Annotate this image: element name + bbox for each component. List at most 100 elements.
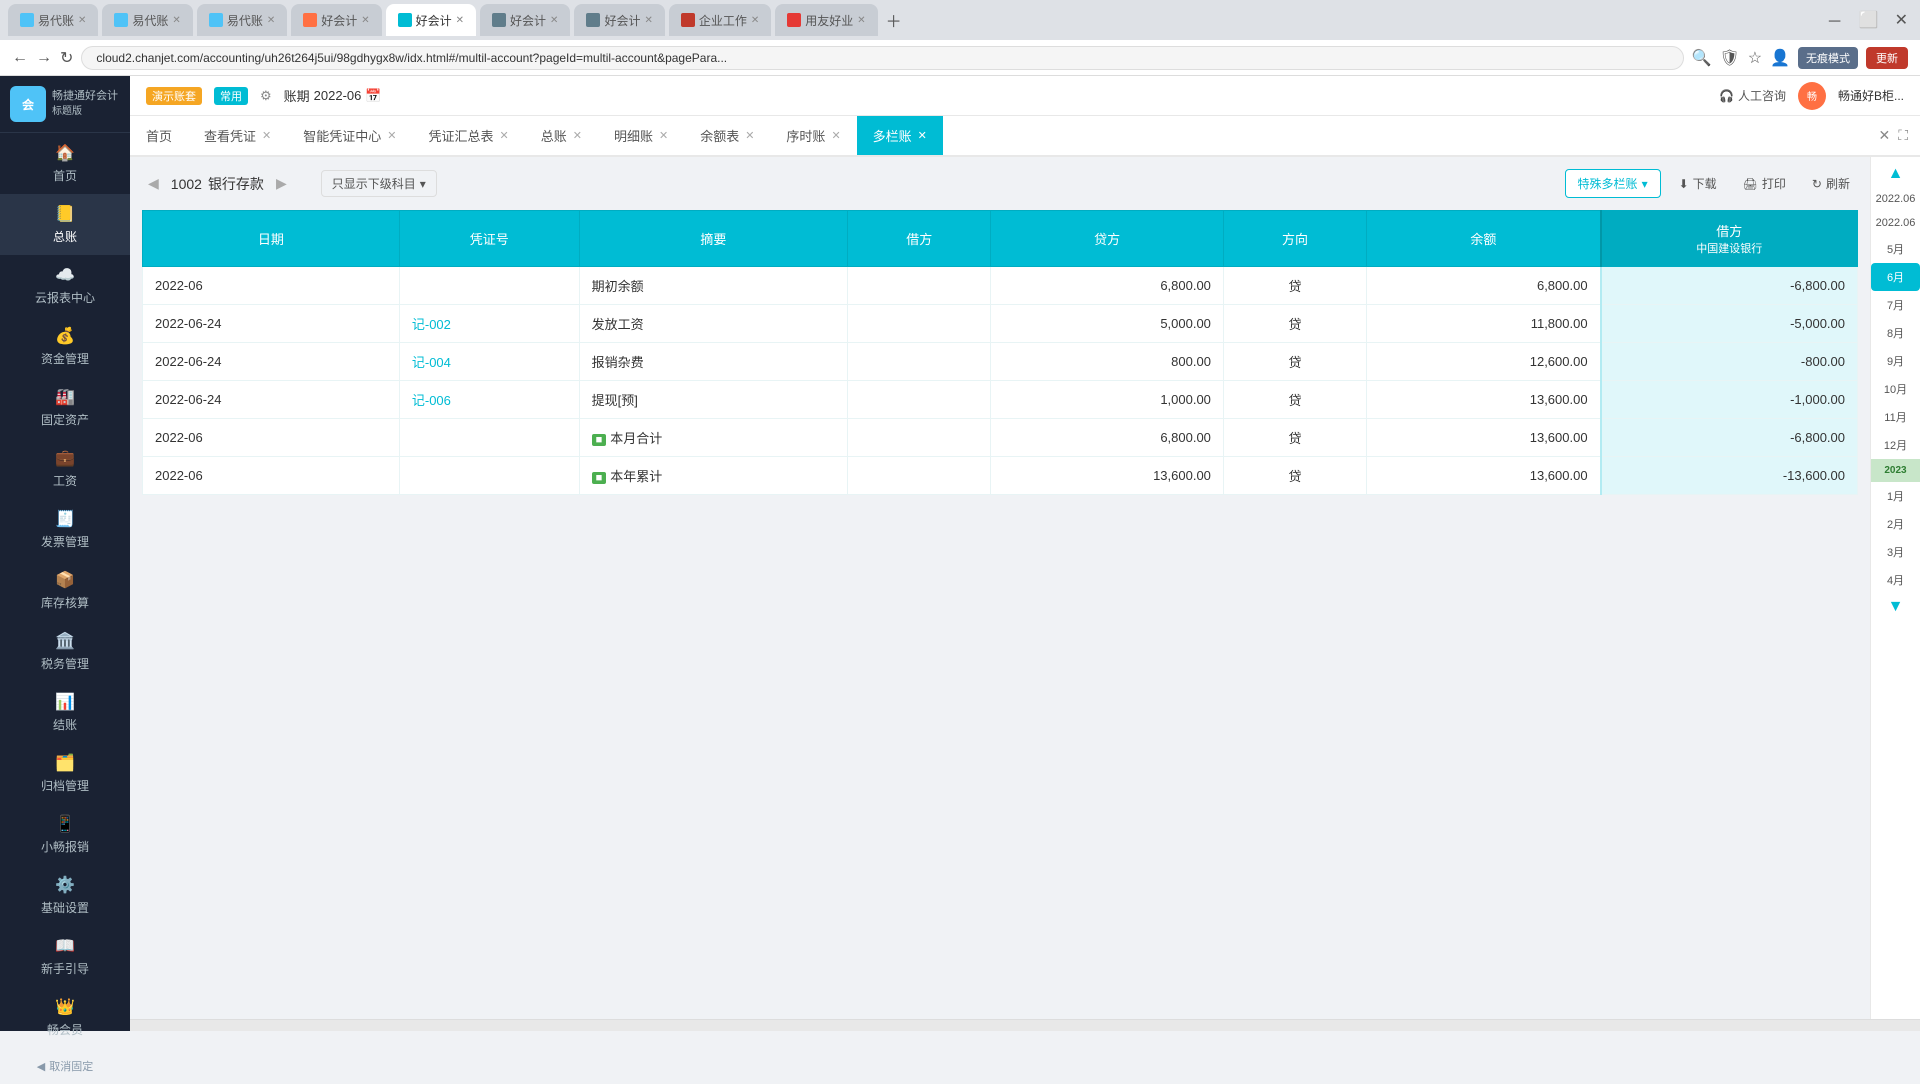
calendar-icon[interactable]: 📅 — [365, 88, 381, 104]
date-item-5[interactable]: 5月 — [1871, 235, 1920, 263]
table-cell[interactable] — [399, 419, 579, 457]
unpin-button[interactable]: ◀ 取消固定 — [10, 1058, 120, 1074]
tab-close-5[interactable]: ✕ — [456, 15, 464, 26]
expand-icon[interactable]: ⛶ — [1898, 127, 1908, 144]
date-item-2023-4[interactable]: 4月 — [1871, 566, 1920, 594]
table-cell[interactable]: 记-002 — [399, 305, 579, 343]
new-tab-button[interactable]: ＋ — [882, 4, 906, 36]
tab-close-seq[interactable]: ✕ — [831, 129, 840, 142]
table-cell[interactable] — [399, 457, 579, 495]
date-item-2023-1[interactable]: 1月 — [1871, 482, 1920, 510]
download-button[interactable]: ⬇ 下载 — [1671, 170, 1725, 197]
next-account-button[interactable]: ▶ — [270, 173, 293, 194]
sidebar-item-guide[interactable]: 📖 新手引导 — [0, 926, 130, 987]
tab-multi-ledger[interactable]: 多栏账 ✕ — [857, 116, 943, 157]
table-cell[interactable]: 记-004 — [399, 343, 579, 381]
sub-account-filter[interactable]: 只显示下级科目 ▾ — [321, 170, 437, 197]
sidebar-item-archive[interactable]: 🗂️ 归档管理 — [0, 743, 130, 804]
date-item-11[interactable]: 11月 — [1871, 403, 1920, 431]
special-multicolumn-button[interactable]: 特殊多栏账 ▾ — [1565, 169, 1661, 198]
sidebar-item-expense[interactable]: 📱 小畅报销 — [0, 804, 130, 865]
close-button[interactable]: ✕ — [1891, 6, 1912, 34]
search-icon[interactable]: 🔍 — [1692, 48, 1712, 68]
browser-tab-2[interactable]: 易代账 ✕ — [102, 4, 192, 36]
date-item-6[interactable]: 6月 — [1871, 263, 1920, 291]
profile-icon[interactable]: 👤 — [1770, 48, 1790, 68]
tab-close-7[interactable]: ✕ — [644, 15, 652, 26]
sidebar-item-invoice[interactable]: 🧾 发票管理 — [0, 499, 130, 560]
tab-close-2[interactable]: ✕ — [172, 15, 180, 26]
date-item-7[interactable]: 7月 — [1871, 291, 1920, 319]
tab-voucher[interactable]: 查看凭证 ✕ — [188, 116, 287, 157]
tab-close-voucher[interactable]: ✕ — [262, 129, 271, 142]
date-item-2022-06-a[interactable]: 2022.06 — [1871, 187, 1920, 211]
close-panel-icon[interactable]: ✕ — [1878, 127, 1890, 144]
sidebar-item-inventory[interactable]: 📦 库存核算 — [0, 560, 130, 621]
user-avatar[interactable]: 畅 — [1798, 82, 1826, 110]
browser-tab-8[interactable]: 企业工作 ✕ — [669, 4, 771, 36]
sidebar-item-assets[interactable]: 🏭 固定资产 — [0, 377, 130, 438]
tab-voucher-summary[interactable]: 凭证汇总表 ✕ — [412, 116, 524, 157]
reload-button[interactable]: ↻ — [60, 48, 73, 68]
tab-close-summary[interactable]: ✕ — [500, 129, 509, 142]
date-item-2022-06-b[interactable]: 2022.06 — [1871, 211, 1920, 235]
date-item-10[interactable]: 10月 — [1871, 375, 1920, 403]
no-trace-button[interactable]: 无痕模式 — [1798, 47, 1858, 69]
tab-seq-ledger[interactable]: 序时账 ✕ — [770, 116, 856, 157]
forward-button[interactable]: → — [36, 49, 52, 67]
tab-close-8[interactable]: ✕ — [751, 15, 759, 26]
tab-close-multi[interactable]: ✕ — [918, 129, 927, 142]
gear-icon[interactable]: ⚙ — [260, 88, 272, 104]
sidebar-item-tax[interactable]: 🏛️ 税务管理 — [0, 621, 130, 682]
sidebar-item-funds[interactable]: 💰 资金管理 — [0, 316, 130, 377]
tab-close-balance[interactable]: ✕ — [745, 129, 754, 142]
sidebar-item-settings[interactable]: ⚙️ 基础设置 — [0, 865, 130, 926]
sidebar-item-ledger[interactable]: 📒 总账 — [0, 194, 130, 255]
tab-close-dl[interactable]: ✕ — [659, 129, 668, 142]
tab-close-gl[interactable]: ✕ — [573, 129, 582, 142]
table-cell[interactable] — [399, 267, 579, 305]
date-scroll-down[interactable]: ▼ — [1884, 594, 1908, 620]
back-button[interactable]: ← — [12, 49, 28, 67]
browser-tab-1[interactable]: 易代账 ✕ — [8, 4, 98, 36]
tab-close-1[interactable]: ✕ — [78, 15, 86, 26]
sidebar-item-salary[interactable]: 💼 工资 — [0, 438, 130, 499]
browser-tab-7[interactable]: 好会计 ✕ — [574, 4, 664, 36]
tab-close-3[interactable]: ✕ — [267, 15, 275, 26]
url-input[interactable]: cloud2.chanjet.com/accounting/uh26t264j5… — [81, 46, 1683, 70]
table-cell[interactable]: 记-006 — [399, 381, 579, 419]
maximize-button[interactable]: ⬜ — [1855, 6, 1883, 34]
sidebar-item-vip[interactable]: 👑 畅会员 — [0, 987, 130, 1048]
horizontal-scrollbar[interactable] — [130, 1019, 1920, 1031]
date-item-8[interactable]: 8月 — [1871, 319, 1920, 347]
prev-account-button[interactable]: ◀ — [142, 173, 165, 194]
date-item-9[interactable]: 9月 — [1871, 347, 1920, 375]
tab-smart-voucher[interactable]: 智能凭证中心 ✕ — [287, 116, 412, 157]
date-item-2023-3[interactable]: 3月 — [1871, 538, 1920, 566]
tab-home[interactable]: 首页 — [130, 116, 188, 157]
star-icon[interactable]: ☆ — [1748, 48, 1762, 68]
consult-button[interactable]: 🎧 人工咨询 — [1719, 87, 1786, 104]
sidebar-item-cloud[interactable]: ☁️ 云报表中心 — [0, 255, 130, 316]
tab-close-9[interactable]: ✕ — [857, 15, 865, 26]
tab-close-4[interactable]: ✕ — [361, 15, 369, 26]
tab-general-ledger[interactable]: 总账 ✕ — [525, 116, 598, 157]
date-item-2023-2[interactable]: 2月 — [1871, 510, 1920, 538]
print-button[interactable]: 🖨 打印 — [1735, 170, 1794, 197]
minimize-button[interactable]: － — [1823, 4, 1847, 36]
browser-tab-4[interactable]: 好会计 ✕ — [291, 4, 381, 36]
sidebar-item-close[interactable]: 📊 结账 — [0, 682, 130, 743]
sidebar-item-home[interactable]: 🏠 首页 — [0, 133, 130, 194]
date-item-12[interactable]: 12月 — [1871, 431, 1920, 459]
tab-close-smart[interactable]: ✕ — [387, 129, 396, 142]
tab-detail-ledger[interactable]: 明细账 ✕ — [598, 116, 684, 157]
browser-tab-3[interactable]: 易代账 ✕ — [197, 4, 287, 36]
date-scroll-up[interactable]: ▲ — [1884, 161, 1908, 187]
tab-balance[interactable]: 余额表 ✕ — [684, 116, 770, 157]
browser-tab-5[interactable]: 好会计 ✕ — [386, 4, 476, 36]
refresh-button[interactable]: ↻ 刷新 — [1804, 170, 1858, 197]
browser-tab-6[interactable]: 好会计 ✕ — [480, 4, 570, 36]
tab-close-6[interactable]: ✕ — [550, 15, 558, 26]
browser-tab-9[interactable]: 用友好业 ✕ — [775, 4, 877, 36]
update-button[interactable]: 更新 — [1866, 47, 1908, 69]
